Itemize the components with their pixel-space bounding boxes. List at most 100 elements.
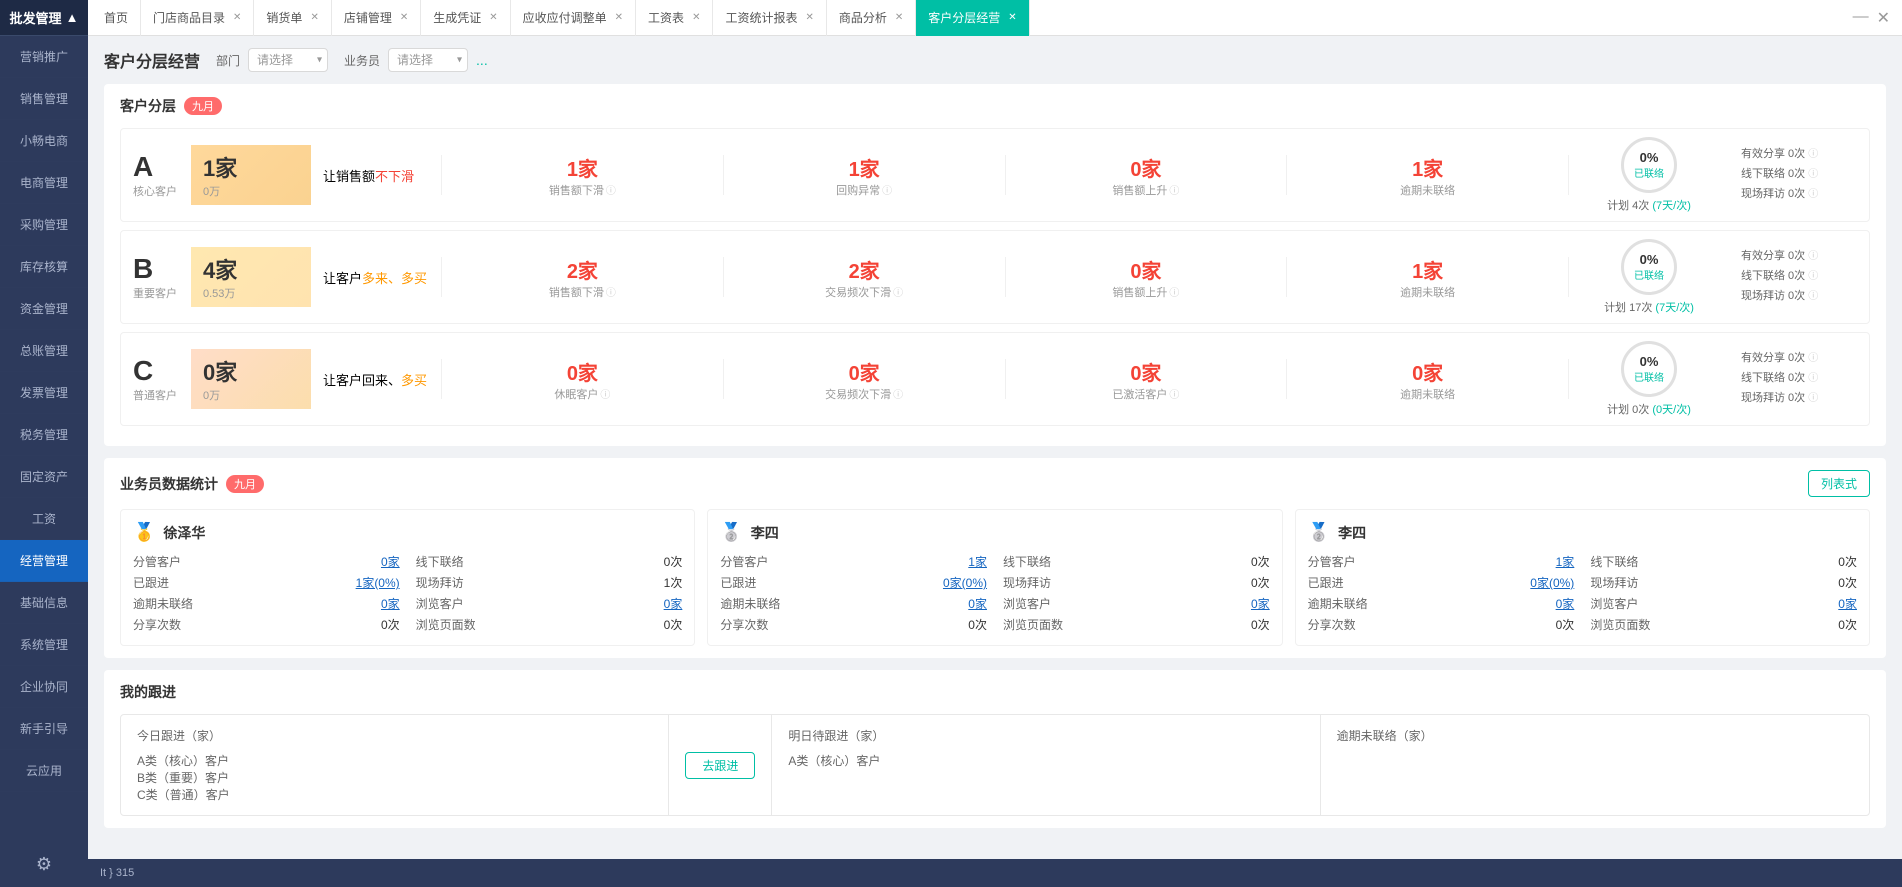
tab-首页[interactable]: 首页: [92, 0, 141, 36]
status-text: It } 315: [100, 867, 134, 879]
tier-A-right-stats: 有效分享 0次 ⓘ 线下联络 0次 ⓘ 现场拜访 0次 ⓘ: [1729, 145, 1869, 204]
customer-section-header: 客户分层 九月: [120, 96, 1870, 116]
sidebar-toggle-icon[interactable]: ▲: [66, 10, 79, 25]
tab-生成凭证[interactable]: 生成凭证✕: [421, 0, 510, 36]
sidebar-item-营销推广[interactable]: 营销推广: [0, 36, 88, 78]
tier-C-right-stats: 有效分享 0次 ⓘ 线下联络 0次 ⓘ 现场拜访 0次 ⓘ: [1729, 349, 1869, 408]
tab-应收应付调整单[interactable]: 应收应付调整单✕: [511, 0, 636, 36]
sidebar-item-经营管理[interactable]: 经营管理: [0, 540, 88, 582]
tab-close-商品分析[interactable]: ✕: [895, 12, 903, 23]
list-view-btn[interactable]: 列表式: [1808, 470, 1870, 497]
sidebar-item-固定资产[interactable]: 固定资产: [0, 456, 88, 498]
tier-A-metric-3[interactable]: 0家 销售额上升 ⓘ: [1006, 153, 1287, 198]
follow-section-title: 我的跟进: [120, 682, 1870, 702]
sidebar-item-税务管理[interactable]: 税务管理: [0, 414, 88, 456]
customer-month-badge: 九月: [184, 97, 222, 115]
staff-section-header: 业务员数据统计 九月 列表式: [120, 470, 1870, 497]
customer-tier-section: 客户分层 九月 A 核心客户 1家 0万 让销售额不下滑 1家: [104, 84, 1886, 446]
tab-店铺管理[interactable]: 店铺管理✕: [332, 0, 421, 36]
staff-section-title: 业务员数据统计: [120, 474, 218, 494]
tab-close-客户分层经营[interactable]: ✕: [1008, 12, 1016, 23]
content-area: 客户分层经营 部门 请选择 业务员 请选择 ...: [88, 36, 1902, 859]
sidebar-title: 批发管理: [10, 8, 62, 27]
page-header: 客户分层经营 部门 请选择 业务员 请选择 ...: [104, 48, 1886, 72]
sidebar-item-资金管理[interactable]: 资金管理: [0, 288, 88, 330]
sidebar-item-采购管理[interactable]: 采购管理: [0, 204, 88, 246]
tier-A-metric-1[interactable]: 1家 销售额下滑 ⓘ: [442, 153, 723, 198]
tab-工资表[interactable]: 工资表✕: [636, 0, 713, 36]
dept-label: 部门: [216, 52, 240, 69]
tier-C-metric-2[interactable]: 0家 交易频次下滑 ⓘ: [724, 357, 1005, 402]
follow-overdue-label: 逾期未联络（家）: [1337, 727, 1853, 744]
follow-tomorrow-label: 明日待跟进（家）: [788, 727, 1303, 744]
tier-B-metric-4[interactable]: 1家 逾期未联络: [1287, 255, 1568, 300]
sidebar-item-云应用[interactable]: 云应用: [0, 750, 88, 792]
tier-C-metric-4[interactable]: 0家 逾期未联络: [1287, 357, 1568, 402]
page-title: 客户分层经营: [104, 48, 200, 72]
sidebar-item-电商管理[interactable]: 电商管理: [0, 162, 88, 204]
sidebar-item-基础信息[interactable]: 基础信息: [0, 582, 88, 624]
tier-B-count[interactable]: 4家 0.53万: [191, 247, 311, 307]
staff-select[interactable]: 请选择: [388, 48, 468, 72]
tier-A-count[interactable]: 1家 0万: [191, 145, 311, 205]
tab-商品分析[interactable]: 商品分析✕: [827, 0, 916, 36]
staff-2-medal: 🥈: [720, 522, 742, 543]
sidebar-item-销售管理[interactable]: 销售管理: [0, 78, 88, 120]
tab-close-销货单[interactable]: ✕: [310, 12, 318, 23]
dept-select[interactable]: 请选择: [248, 48, 328, 72]
staff-3-name: 李四: [1338, 523, 1366, 543]
tab-close-门店商品目录[interactable]: ✕: [233, 12, 241, 23]
staff-section: 业务员数据统计 九月 列表式 🥇 徐泽华 分管客户0家 线下联络0次 已跟进1家…: [104, 458, 1886, 658]
tab-close-应收应付调整单[interactable]: ✕: [615, 12, 623, 23]
tab-门店商品目录[interactable]: 门店商品目录✕: [141, 0, 254, 36]
staff-1-medal: 🥇: [133, 522, 155, 543]
sidebar-item-企业协同[interactable]: 企业协同: [0, 666, 88, 708]
window-close-icon[interactable]: ✕: [1877, 8, 1890, 28]
sidebar-item-总账管理[interactable]: 总账管理: [0, 330, 88, 372]
follow-grid: 今日跟进（家） A类（核心）客户 B类（重要）客户 C类（普通）客户 去跟进 明…: [120, 714, 1870, 816]
sidebar-item-工资[interactable]: 工资: [0, 498, 88, 540]
staff-filter: 业务员 请选择 ...: [344, 48, 488, 72]
sidebar-item-系统管理[interactable]: 系统管理: [0, 624, 88, 666]
tier-B-metric-1[interactable]: 2家 销售额下滑 ⓘ: [442, 255, 723, 300]
tier-C-metric-1[interactable]: 0家 休眠客户 ⓘ: [442, 357, 723, 402]
more-filter-btn[interactable]: ...: [476, 52, 488, 68]
tab-客户分层经营[interactable]: 客户分层经营✕: [916, 0, 1029, 36]
tier-B-contact: 0% 已联络 计划 17次 (7天/次): [1569, 239, 1729, 315]
sidebar-item-库存核算[interactable]: 库存核算: [0, 246, 88, 288]
follow-overdue-col: 逾期未联络（家）: [1321, 715, 1869, 815]
tier-C-metric-3[interactable]: 0家 已激活客户 ⓘ: [1006, 357, 1287, 402]
sidebar-header[interactable]: 批发管理 ▲: [0, 0, 88, 36]
tier-A-metric-4[interactable]: 1家 逾期未联络: [1287, 153, 1568, 198]
go-follow-btn[interactable]: 去跟进: [685, 752, 755, 779]
follow-tomorrow-col: 明日待跟进（家） A类（核心）客户: [772, 715, 1320, 815]
tab-bar-actions: — ✕: [1853, 8, 1898, 28]
sidebar-item-新手引导[interactable]: 新手引导: [0, 708, 88, 750]
staff-card-3: 🥈 李四 分管客户1家 线下联络0次 已跟进0家(0%) 现场拜访0次 逾期未联…: [1295, 509, 1870, 646]
sidebar-item-发票管理[interactable]: 发票管理: [0, 372, 88, 414]
tier-A-metric-2[interactable]: 1家 回购异常 ⓘ: [724, 153, 1005, 198]
sidebar-item-小畅电商[interactable]: 小畅电商: [0, 120, 88, 162]
tier-B-metric-3[interactable]: 0家 销售额上升 ⓘ: [1006, 255, 1287, 300]
tier-row-A: A 核心客户 1家 0万 让销售额不下滑 1家 销售额下滑 ⓘ 1家: [120, 128, 1870, 222]
tab-close-店铺管理[interactable]: ✕: [400, 12, 408, 23]
tab-工资统计报表[interactable]: 工资统计报表✕: [713, 0, 826, 36]
tab-close-工资统计报表[interactable]: ✕: [805, 12, 813, 23]
tab-close-生成凭证[interactable]: ✕: [489, 12, 497, 23]
staff-grid: 🥇 徐泽华 分管客户0家 线下联络0次 已跟进1家(0%) 现场拜访1次 逾期未…: [120, 509, 1870, 646]
tier-B-slogan: 让客户多来、多买: [311, 268, 441, 287]
staff-card-1: 🥇 徐泽华 分管客户0家 线下联络0次 已跟进1家(0%) 现场拜访1次 逾期未…: [120, 509, 695, 646]
tab-close-工资表[interactable]: ✕: [692, 12, 700, 23]
staff-month-badge: 九月: [226, 475, 264, 493]
customer-section-title: 客户分层: [120, 96, 176, 116]
tier-B-label: B 重要客户: [121, 253, 191, 301]
tier-C-label: C 普通客户: [121, 355, 191, 403]
tier-C-count[interactable]: 0家 0万: [191, 349, 311, 409]
window-minimize-icon[interactable]: —: [1853, 8, 1869, 28]
tier-C-contact: 0% 已联络 计划 0次 (0天/次): [1569, 341, 1729, 417]
tier-B-metric-2[interactable]: 2家 交易频次下滑 ⓘ: [724, 255, 1005, 300]
tier-A-label: A 核心客户: [121, 151, 191, 199]
follow-btn-col: 去跟进: [669, 715, 772, 815]
tab-销货单[interactable]: 销货单✕: [254, 0, 331, 36]
settings-icon[interactable]: ⚙: [0, 842, 88, 887]
